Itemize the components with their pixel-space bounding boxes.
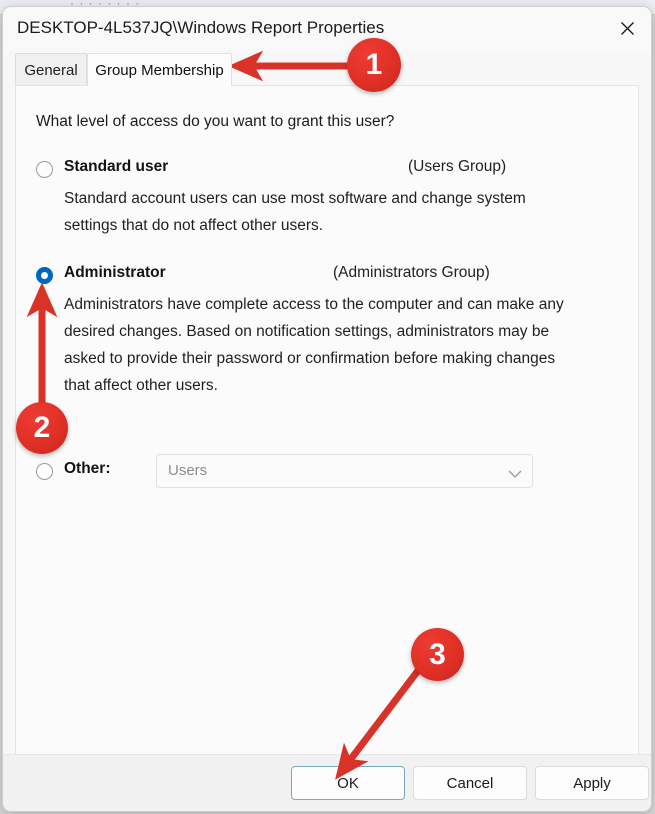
other-group-dropdown[interactable]: Users	[156, 454, 533, 488]
properties-dialog: DESKTOP-4L537JQ\Windows Report Propertie…	[2, 6, 652, 812]
radio-standard-user[interactable]	[36, 161, 53, 178]
apply-button[interactable]: Apply	[535, 766, 649, 800]
access-level-question: What level of access do you want to gran…	[36, 113, 395, 130]
tab-general[interactable]: General	[15, 53, 87, 86]
close-icon[interactable]	[604, 7, 651, 49]
option-standard-user[interactable]: Standard user (Users Group) Standard acc…	[36, 158, 616, 234]
dialog-footer: OK Cancel Apply	[3, 754, 651, 811]
option-other-head: Other: Users	[36, 454, 616, 488]
tab-strip: General Group Membership	[3, 53, 651, 86]
tab-general-label: General	[24, 61, 78, 79]
option-other-label: Other:	[64, 460, 111, 477]
option-administrator-label: Administrator	[64, 264, 166, 281]
radio-administrator[interactable]	[36, 267, 53, 284]
tab-content-panel: What level of access do you want to gran…	[15, 85, 639, 757]
radio-other[interactable]	[36, 463, 53, 480]
option-administrator-description: Administrators have complete access to t…	[64, 296, 564, 394]
ok-button[interactable]: OK	[291, 766, 405, 800]
tab-group-membership-label: Group Membership	[95, 61, 224, 79]
option-standard-user-group: (Users Group)	[408, 158, 507, 175]
chevron-down-icon	[508, 466, 522, 478]
option-administrator-group: (Administrators Group)	[333, 264, 490, 281]
option-standard-user-label: Standard user	[64, 158, 169, 175]
tab-group-membership[interactable]: Group Membership	[87, 53, 232, 86]
window-title: DESKTOP-4L537JQ\Windows Report Propertie…	[17, 18, 385, 37]
option-administrator-head: Administrator (Administrators Group)	[36, 264, 616, 288]
other-group-dropdown-value: Users	[168, 462, 208, 479]
title-bar: DESKTOP-4L537JQ\Windows Report Propertie…	[3, 7, 651, 51]
option-administrator[interactable]: Administrator (Administrators Group) Adm…	[36, 264, 616, 394]
cancel-button[interactable]: Cancel	[413, 766, 527, 800]
option-other[interactable]: Other: Users	[36, 454, 616, 488]
option-standard-user-head: Standard user (Users Group)	[36, 158, 616, 182]
option-standard-user-description: Standard account users can use most soft…	[64, 190, 526, 234]
